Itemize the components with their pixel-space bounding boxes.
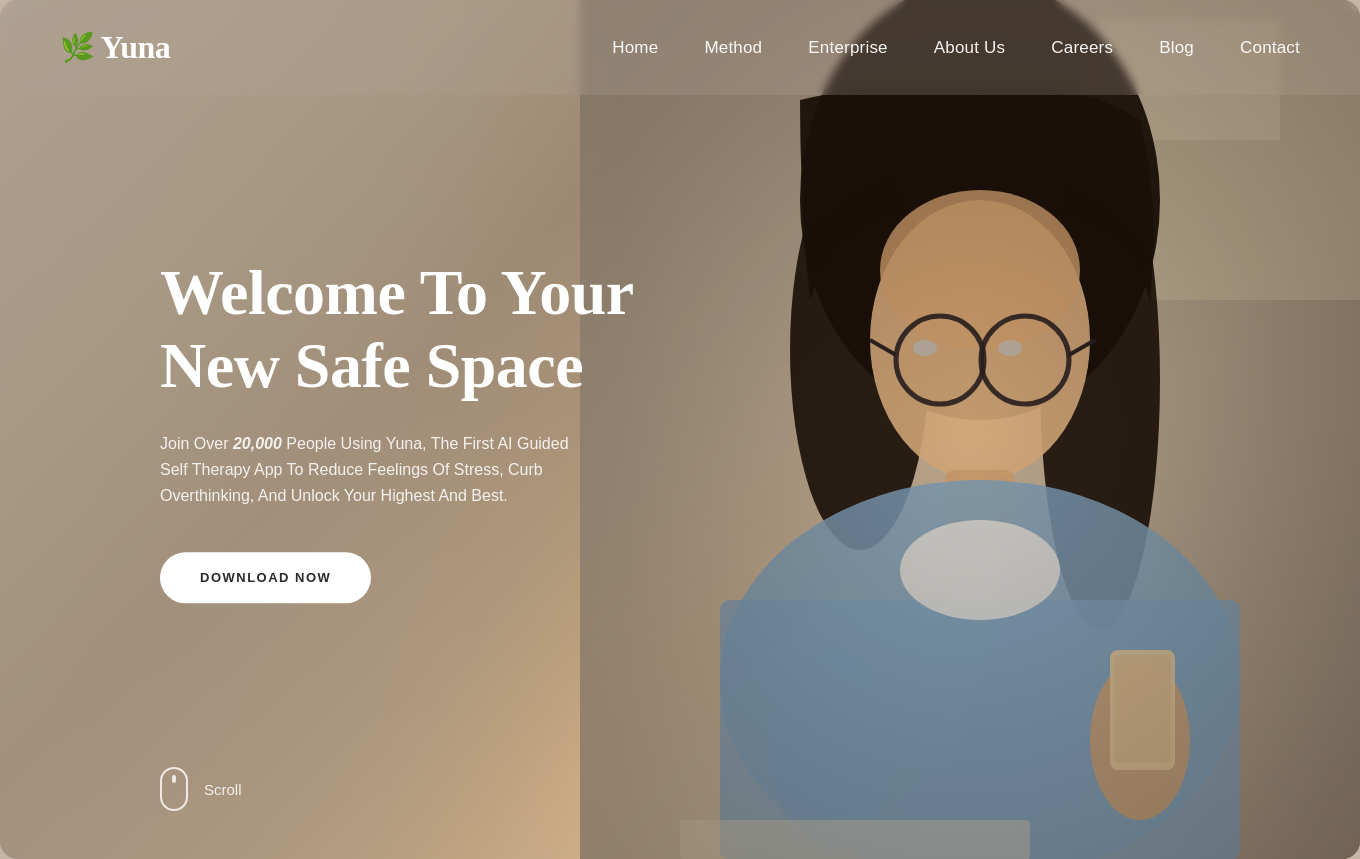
nav-contact[interactable]: Contact xyxy=(1240,38,1300,57)
page-wrapper: 🌿 Yuna Home Method Enterprise About Us C… xyxy=(0,0,1360,859)
nav-enterprise[interactable]: Enterprise xyxy=(808,38,887,57)
hero-subtitle: Join Over 20,000 People Using Yuna, The … xyxy=(160,431,590,510)
hero-person-image xyxy=(580,0,1360,859)
svg-rect-24 xyxy=(580,0,1360,859)
nav-careers[interactable]: Careers xyxy=(1051,38,1113,57)
download-button[interactable]: DOWNLOAD NOW xyxy=(160,552,371,603)
logo-leaf-icon: 🌿 xyxy=(60,31,95,64)
nav-method[interactable]: Method xyxy=(704,38,762,57)
nav-links: Home Method Enterprise About Us Careers … xyxy=(612,38,1300,58)
nav-blog[interactable]: Blog xyxy=(1159,38,1194,57)
scroll-dot xyxy=(172,775,176,783)
logo[interactable]: 🌿 Yuna xyxy=(60,29,170,66)
hero-subtitle-number: 20,000 xyxy=(233,435,282,452)
scroll-label: Scroll xyxy=(204,781,242,798)
hero-title: Welcome To Your New Safe Space xyxy=(160,256,634,403)
nav-home[interactable]: Home xyxy=(612,38,658,57)
hero-title-line1: Welcome To Your xyxy=(160,257,634,328)
navbar: 🌿 Yuna Home Method Enterprise About Us C… xyxy=(0,0,1360,95)
hero-title-line2: New Safe Space xyxy=(160,330,583,401)
nav-about[interactable]: About Us xyxy=(934,38,1006,57)
scroll-indicator: Scroll xyxy=(160,767,242,811)
logo-text: Yuna xyxy=(101,29,171,66)
hero-content: Welcome To Your New Safe Space Join Over… xyxy=(160,256,634,603)
hero-subtitle-prefix: Join Over xyxy=(160,435,233,452)
scroll-mouse-icon xyxy=(160,767,188,811)
